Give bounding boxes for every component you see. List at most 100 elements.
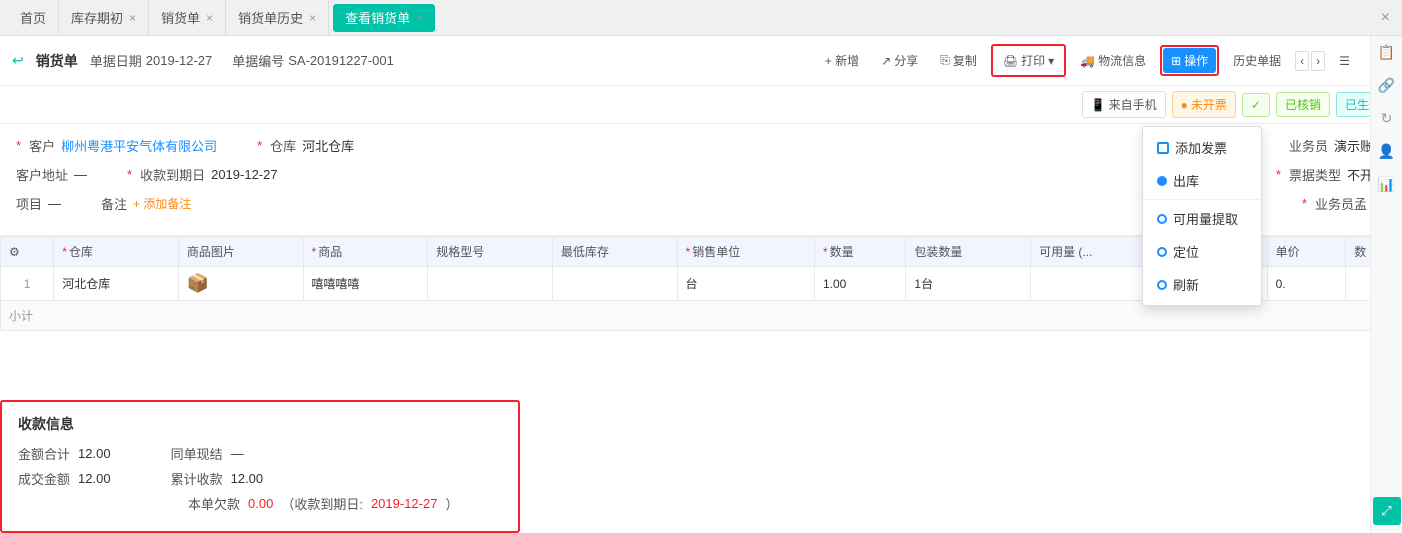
tab-home[interactable]: 首页 [8, 0, 59, 36]
staff2-required: * [1302, 196, 1307, 211]
print-icon: 🖨 [1003, 54, 1018, 68]
invoice-icon: ● [1181, 98, 1188, 112]
tab-sales-history-close[interactable]: × [309, 11, 316, 25]
date-label: 单据日期 [90, 51, 142, 70]
print-button[interactable]: 🖨 打印 ▾ [995, 48, 1062, 73]
deal-amount-field: 成交金额 12.00 [18, 469, 111, 488]
row-price: 0. [1267, 267, 1346, 301]
payment-row-3: 本单欠款 0.00 （收款到期日: 2019-12-27 ） [18, 494, 502, 513]
due-hint: （收款到期日: [281, 494, 363, 513]
refresh-item[interactable]: 刷新 [1143, 268, 1261, 301]
list-view-button[interactable]: ☰ [1331, 50, 1358, 72]
owed-value: 0.00 [248, 496, 273, 511]
payment-title: 收款信息 [18, 414, 502, 434]
number-value: SA-20191227-001 [288, 53, 394, 68]
remark-field: 备注 + 添加备注 [101, 194, 191, 213]
sidebar-link-icon[interactable]: 🔗 [1378, 77, 1395, 94]
deal-value: 12.00 [78, 471, 111, 486]
total-amount-field: 金额合计 12.00 [18, 444, 111, 463]
col-qty: *数量 [814, 237, 905, 267]
warehouse-value: 河北仓库 [302, 136, 354, 155]
same-order-label: 同单现结 [171, 444, 223, 463]
refresh-icon [1157, 280, 1167, 290]
add-invoice-item[interactable]: 添加发票 [1143, 131, 1261, 164]
available-item[interactable]: 可用量提取 [1143, 202, 1261, 235]
col-pkg-qty: 包装数量 [906, 237, 1031, 267]
tab-sales-history[interactable]: 销货单历史 × [226, 0, 329, 36]
toolbar-row: 📱 来自手机 ● 未开票 ✓ 已核销 已生效 [0, 86, 1402, 124]
from-phone-button[interactable]: 📱 来自手机 [1082, 91, 1166, 118]
sidebar-expand-button[interactable]: ⤢ [1373, 497, 1401, 525]
not-open-button[interactable]: ● 未开票 [1172, 91, 1236, 118]
total-label: 金额合计 [18, 444, 70, 463]
due-date: 2019-12-27 [371, 496, 438, 511]
new-button[interactable]: + 新增 [817, 48, 867, 73]
row-spec [428, 267, 553, 301]
locate-item[interactable]: 定位 [1143, 235, 1261, 268]
truck-icon: 🚚 [1080, 54, 1095, 68]
doc-number-field: 单据编号 SA-20191227-001 [232, 51, 394, 70]
ship-item[interactable]: 出库 [1143, 164, 1261, 197]
same-order-field: 同单现结 — [171, 444, 244, 463]
payment-row-1: 金额合计 12.00 同单现结 — [18, 444, 502, 463]
settings-icon: ⚙ [9, 245, 20, 259]
col-warehouse: *仓库 [54, 237, 179, 267]
tab-view-sales[interactable]: 查看销货单 × [333, 4, 435, 32]
row-quantity: 1.00 [814, 267, 905, 301]
row-unit: 台 [677, 267, 814, 301]
project-value: — [48, 196, 61, 211]
date-value: 2019-12-27 [146, 53, 213, 68]
col-spec: 规格型号 [428, 237, 553, 267]
nav-arrows: ‹ › [1295, 51, 1325, 71]
logistics-button[interactable]: 🚚 物流信息 [1072, 48, 1154, 73]
tab-sales-close[interactable]: × [206, 11, 213, 25]
add-invoice-icon [1157, 142, 1169, 154]
col-min-stock: 最低库存 [552, 237, 677, 267]
doc-title: 销货单 [36, 51, 78, 71]
row-number: 1 [1, 267, 54, 301]
col-image: 商品图片 [178, 237, 303, 267]
operations-dropdown: 添加发票 出库 可用量提取 定位 刷新 [1142, 126, 1262, 306]
add-remark-button[interactable]: + 添加备注 [133, 195, 191, 212]
copy-button[interactable]: ⎘ 复制 [932, 48, 985, 73]
locate-icon [1157, 247, 1167, 257]
menu-divider-1 [1143, 199, 1261, 200]
warehouse-field: * 仓库 河北仓库 [257, 136, 354, 155]
col-settings[interactable]: ⚙ [1, 237, 54, 267]
row-warehouse: 河北仓库 [54, 267, 179, 301]
window-close-button[interactable]: × [1381, 9, 1390, 27]
operations-button-container: ⊞ 操作 [1160, 45, 1219, 76]
sidebar-chart-icon[interactable]: 📊 [1378, 176, 1395, 193]
grid-icon: ⊞ [1171, 54, 1181, 68]
row-product: 嘻嘻嘻嘻 [303, 267, 428, 301]
tab-view-sales-close[interactable]: × [416, 11, 423, 25]
share-icon: ↗ [881, 54, 891, 68]
available-icon [1157, 214, 1167, 224]
operations-button[interactable]: ⊞ 操作 [1163, 48, 1216, 73]
due-date-required: * [127, 167, 132, 182]
sidebar-user-icon[interactable]: 👤 [1378, 143, 1395, 160]
cumulative-label: 累计收款 [171, 469, 223, 488]
next-button[interactable]: › [1311, 51, 1325, 71]
payment-info-section: 收款信息 金额合计 12.00 同单现结 — 成交金额 12.00 累计收款 [0, 400, 520, 533]
tab-bar: 首页 库存期初 × 销货单 × 销货单历史 × 查看销货单 × × [0, 0, 1402, 36]
col-price: 单价 [1267, 237, 1346, 267]
confirm-button[interactable]: ✓ [1242, 93, 1270, 117]
cumulative-value: 12.00 [231, 471, 264, 486]
row-min-stock [552, 267, 677, 301]
sidebar-doc-icon[interactable]: 📋 [1378, 44, 1395, 61]
customer-field: * 客户 柳州粤港平安气体有限公司 [16, 136, 217, 155]
tab-sales[interactable]: 销货单 × [149, 0, 226, 36]
share-button[interactable]: ↗ 分享 [873, 48, 926, 73]
due-date-value: 2019-12-27 [211, 167, 278, 182]
phone-icon: 📱 [1091, 98, 1106, 112]
doc-date-field: 单据日期 2019-12-27 [90, 51, 213, 70]
sidebar-refresh-icon[interactable]: ↻ [1381, 110, 1393, 127]
customer-value[interactable]: 柳州粤港平安气体有限公司 [61, 136, 217, 155]
content-area: ↩ 销货单 单据日期 2019-12-27 单据编号 SA-20191227-0… [0, 36, 1402, 533]
history-button[interactable]: 历史单据 [1225, 48, 1289, 73]
tab-inventory-close[interactable]: × [129, 11, 136, 25]
col-unit: *销售单位 [677, 237, 814, 267]
prev-button[interactable]: ‹ [1295, 51, 1309, 71]
tab-inventory[interactable]: 库存期初 × [59, 0, 149, 36]
